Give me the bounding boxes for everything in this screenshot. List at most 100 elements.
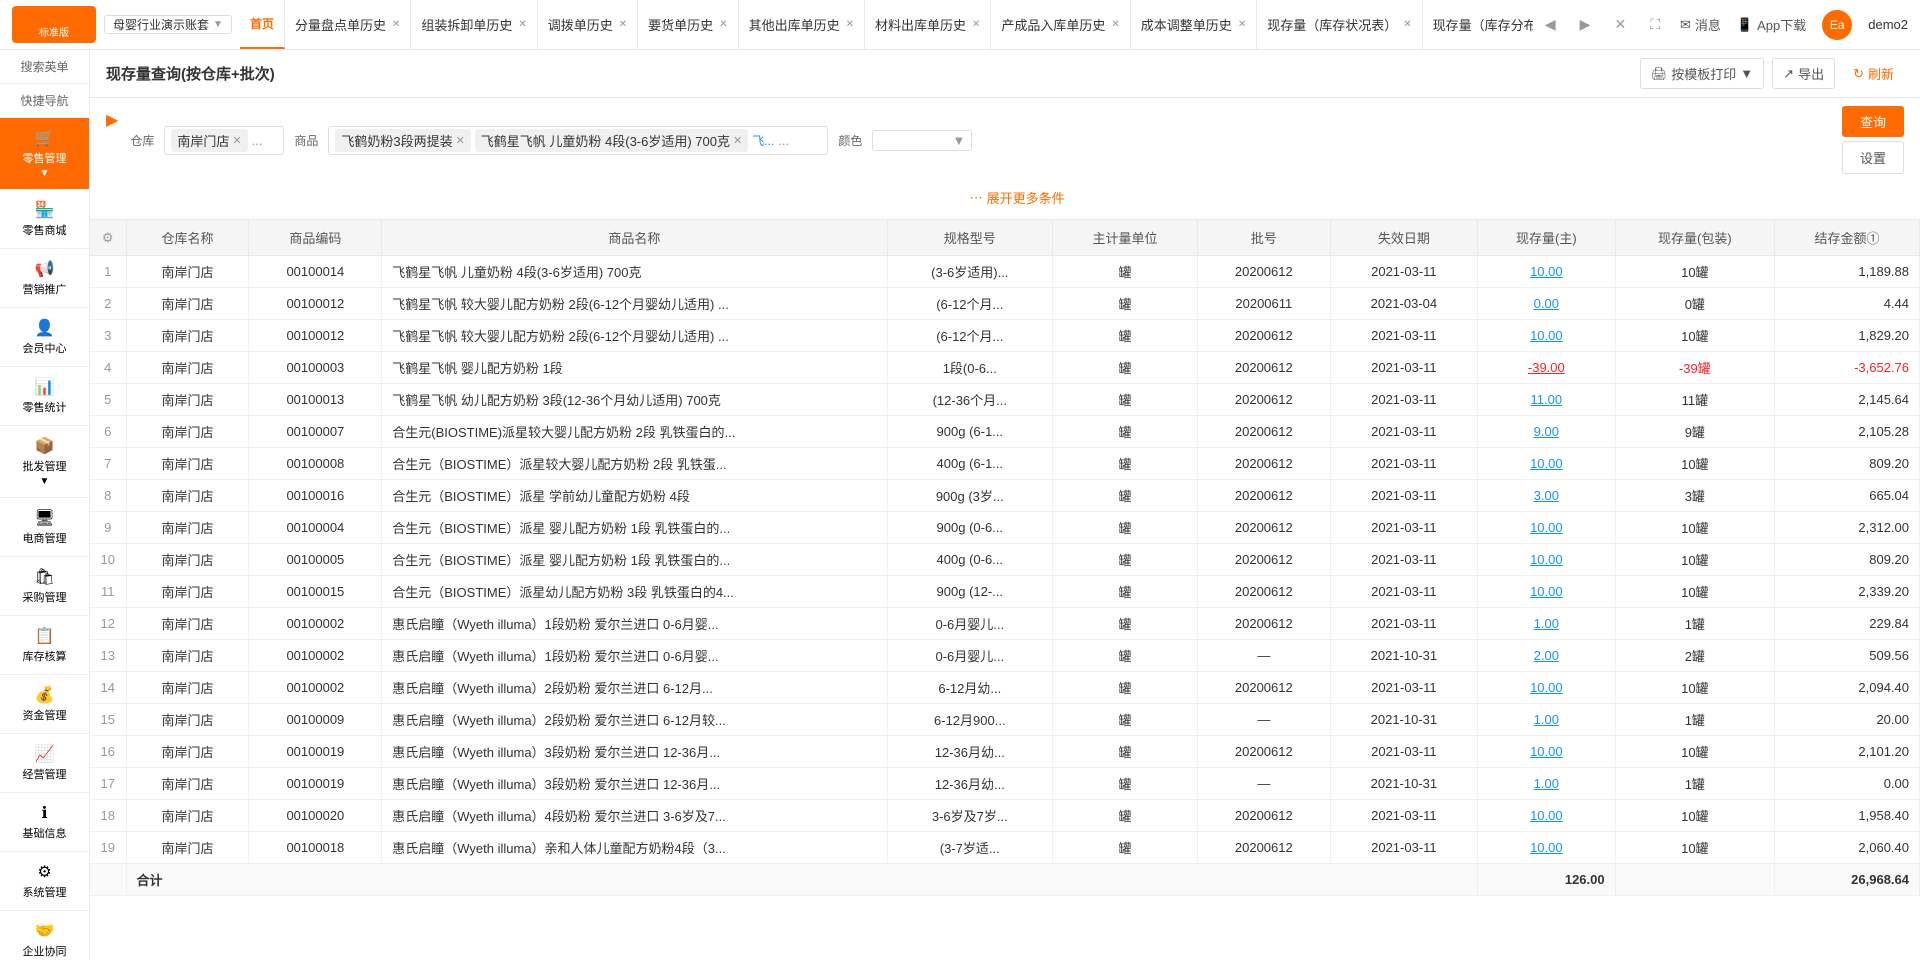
cell-qty-main[interactable]: 9.00 <box>1478 416 1616 448</box>
sidebar-item-finance[interactable]: 💰 资金管理 <box>0 675 89 734</box>
sidebar-item-operation[interactable]: 📈 经营管理 <box>0 734 89 793</box>
refresh-button[interactable]: ↻ 刷新 <box>1843 59 1904 88</box>
cell-qty-main[interactable]: 10.00 <box>1478 544 1616 576</box>
sidebar-search[interactable]: 搜索英单 <box>0 50 89 84</box>
cell-qty-main[interactable]: 10.00 <box>1478 320 1616 352</box>
sidebar-item-system[interactable]: ⚙ 系统管理 <box>0 852 89 911</box>
cell-qty-main[interactable]: 0.00 <box>1478 288 1616 320</box>
close-icon[interactable]: ✕ <box>392 19 400 30</box>
export-button[interactable]: ↗ 导出 <box>1772 58 1835 89</box>
more-product-btn[interactable]: 飞... <box>752 132 774 149</box>
close-icon[interactable]: ✕ <box>1238 19 1246 30</box>
sidebar-item-retail-mgmt[interactable]: 🛒 零售管理 ▼ <box>0 118 89 190</box>
query-button[interactable]: 查询 <box>1842 106 1904 137</box>
message-btn[interactable]: ✉ 消息 <box>1680 15 1721 34</box>
cell-no: 19 <box>90 832 126 864</box>
sidebar-item-inventory[interactable]: 📋 库存核算 <box>0 616 89 675</box>
tab-zuhe[interactable]: 组装拆卸单历史✕ <box>411 0 537 49</box>
sidebar-item-marketing[interactable]: 📢 营销推广 <box>0 249 89 308</box>
sidebar: 搜索英单 快捷导航 🛒 零售管理 ▼ 🏪 零售商城 📢 营销推广 👤 会员中心 … <box>0 50 90 960</box>
sidebar-item-purchase[interactable]: 🛍 采购管理 <box>0 557 89 616</box>
cell-amount: 0.00 <box>1775 768 1920 800</box>
cell-qty-pkg: 1罐 <box>1615 768 1774 800</box>
close-icon[interactable]: ✕ <box>719 19 727 30</box>
cell-batch: 20200612 <box>1197 608 1330 640</box>
cell-qty-main[interactable]: 10.00 <box>1478 512 1616 544</box>
cell-qty-main[interactable]: 10.00 <box>1478 256 1616 288</box>
close-icon[interactable]: ✕ <box>972 19 980 30</box>
remove-warehouse-tag-btn[interactable]: ✕ <box>232 134 241 147</box>
cell-qty-main[interactable]: 1.00 <box>1478 768 1616 800</box>
sidebar-item-retail-shop[interactable]: 🏪 零售商城 <box>0 190 89 249</box>
tab-right-btn[interactable]: ▶ <box>1576 12 1595 37</box>
remove-product-tag-1-btn[interactable]: ✕ <box>456 134 465 147</box>
cell-qty-main[interactable]: 2.00 <box>1478 640 1616 672</box>
sidebar-quick[interactable]: 快捷导航 <box>0 84 89 118</box>
cell-qty-main[interactable]: 10.00 <box>1478 672 1616 704</box>
tab-diaob[interactable]: 调拨单历史✕ <box>538 0 638 49</box>
cell-qty-main[interactable]: 10.00 <box>1478 448 1616 480</box>
remove-product-tag-2-btn[interactable]: ✕ <box>733 134 742 147</box>
cell-name: 合生元（BIOSTIME）派星较大婴儿配方奶粉 2段 乳铁蛋... <box>382 448 887 480</box>
tab-left-btn[interactable]: ◀ <box>1541 12 1560 37</box>
close-icon[interactable]: ✕ <box>846 19 854 30</box>
col-settings[interactable]: ⚙ <box>90 220 126 256</box>
content-area: 现存量查询(按仓库+批次) 🖨 按模板打印 ▼ ↗ 导出 ↻ 刷新 <box>90 50 1920 960</box>
product-filter-group[interactable]: 飞鹤奶粉3段两提装 ✕ 飞鹤星飞帆 儿童奶粉 4段(3-6岁适用) 700克 ✕… <box>328 126 828 155</box>
tab-close-btn[interactable]: ✕ <box>1610 12 1630 37</box>
sidebar-item-retail-stat[interactable]: 📊 零售统计 <box>0 367 89 426</box>
user-avatar[interactable]: Ea <box>1822 10 1852 40</box>
tab-material[interactable]: 材料出库单历史✕ <box>865 0 991 49</box>
setting-button[interactable]: 设置 <box>1842 141 1904 174</box>
col-expire: 失效日期 <box>1330 220 1477 256</box>
tab-fullscreen-btn[interactable]: ⛶ <box>1646 12 1664 37</box>
sidebar-item-label: 基础信息 <box>23 825 67 841</box>
retail-stat-icon: 📊 <box>35 377 55 397</box>
warehouse-filter-group[interactable]: 南岸门店 ✕ ... <box>164 126 284 155</box>
cell-qty-main[interactable]: 1.00 <box>1478 704 1616 736</box>
summary-label: 合计 <box>126 864 1478 896</box>
cell-code: 00100009 <box>249 704 382 736</box>
warehouse-filter-label: 仓库 <box>130 132 154 149</box>
account-selector[interactable]: 母婴行业演示账套 ▼ <box>104 15 232 34</box>
tab-inventory-dist[interactable]: 现存量（库存分布表）✕ <box>1423 0 1533 49</box>
top-bar-right: ◀ ▶ ✕ ⛶ ✉ 消息 📱 App下载 Ea demo2 <box>1541 10 1908 40</box>
sidebar-item-wholesale[interactable]: 📦 批发管理 ▼ <box>0 426 89 498</box>
cell-qty-main[interactable]: 10.00 <box>1478 800 1616 832</box>
cell-qty-main[interactable]: 10.00 <box>1478 736 1616 768</box>
tab-product-in[interactable]: 产成品入库单历史✕ <box>991 0 1130 49</box>
sidebar-item-collab[interactable]: 🤝 企业协同 <box>0 911 89 960</box>
cell-warehouse: 南岸门店 <box>126 384 249 416</box>
more-warehouse-btn[interactable]: ... <box>252 133 263 148</box>
tab-yaohuo[interactable]: 要货单历史✕ <box>638 0 738 49</box>
cell-warehouse: 南岸门店 <box>126 800 249 832</box>
user-name[interactable]: demo2 <box>1868 17 1908 32</box>
color-filter-group[interactable]: ▼ <box>872 130 972 151</box>
print-button[interactable]: 🖨 按模板打印 ▼ <box>1640 58 1764 89</box>
tab-other-out[interactable]: 其他出库单历史✕ <box>739 0 865 49</box>
expand-filter-btn[interactable]: ▶ <box>106 112 118 129</box>
close-icon[interactable]: ✕ <box>1111 19 1119 30</box>
cell-qty-main[interactable]: 1.00 <box>1478 608 1616 640</box>
cell-qty-main[interactable]: 3.00 <box>1478 480 1616 512</box>
expand-more-btn[interactable]: ⋯ 展开更多条件 <box>966 184 1069 211</box>
tab-fenpan[interactable]: 分量盘点单历史✕ <box>285 0 411 49</box>
close-icon[interactable]: ✕ <box>518 19 526 30</box>
app-download-btn[interactable]: 📱 App下载 <box>1737 15 1806 34</box>
settings-icon[interactable]: ⚙ <box>102 230 114 245</box>
color-dropdown-arrow[interactable]: ▼ <box>952 133 965 148</box>
sidebar-item-ecommerce[interactable]: 🖥 电商管理 <box>0 498 89 557</box>
sidebar-item-basic[interactable]: ℹ 基础信息 <box>0 793 89 852</box>
tab-home[interactable]: 首页 <box>240 0 285 49</box>
sidebar-item-member[interactable]: 👤 会员中心 <box>0 308 89 367</box>
close-icon[interactable]: ✕ <box>1403 19 1411 30</box>
cell-qty-main[interactable]: -39.00 <box>1478 352 1616 384</box>
cell-qty-main[interactable]: 10.00 <box>1478 576 1616 608</box>
tab-cost-adj[interactable]: 成本调整单历史✕ <box>1131 0 1257 49</box>
close-icon[interactable]: ✕ <box>619 19 627 30</box>
cell-qty-main[interactable]: 10.00 <box>1478 832 1616 864</box>
more-product-dots-btn[interactable]: ... <box>778 133 789 148</box>
tab-inventory-status[interactable]: 现存量（库存状况表）✕ <box>1257 0 1422 49</box>
table-row: 18 南岸门店 00100020 惠氏启瞳（Wyeth illuma）4段奶粉 … <box>90 800 1920 832</box>
cell-qty-main[interactable]: 11.00 <box>1478 384 1616 416</box>
